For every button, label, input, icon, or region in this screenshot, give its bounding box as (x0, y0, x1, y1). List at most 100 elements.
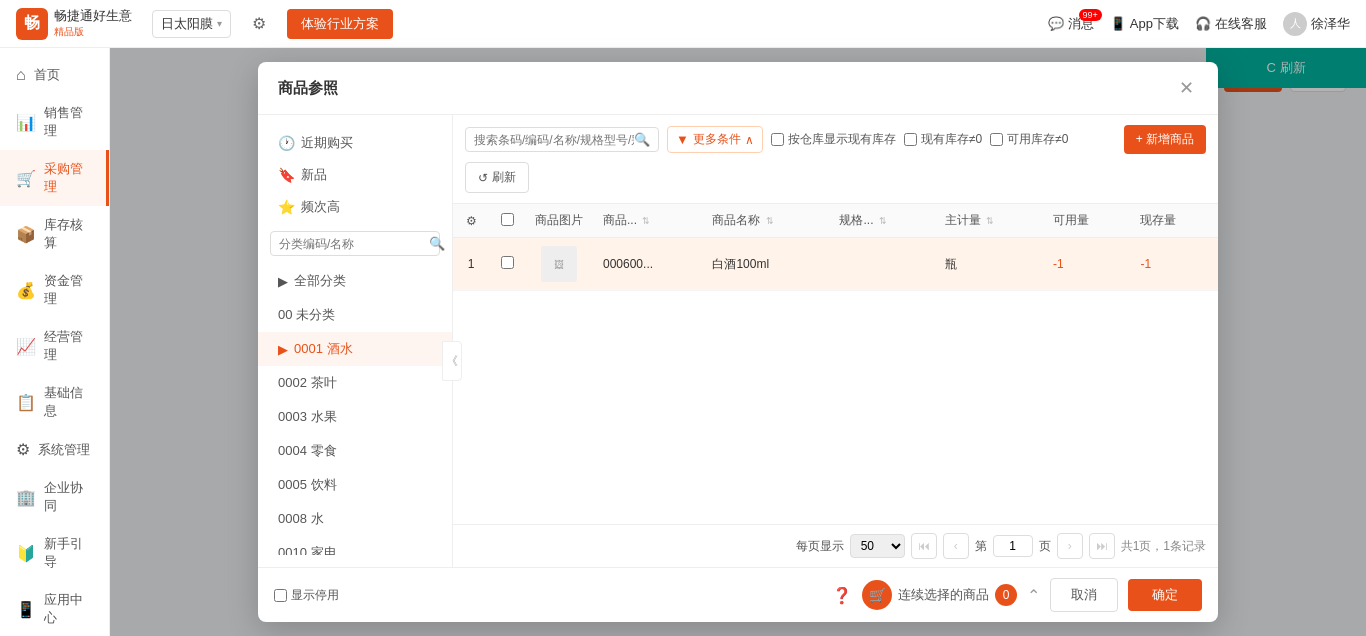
cart-icon[interactable]: 🛒 (862, 580, 892, 610)
checkbox-available-nonzero[interactable]: 可用库存≠0 (990, 131, 1068, 148)
sidebar-item-business[interactable]: 📈 经营管理 (0, 318, 109, 374)
help-icon[interactable]: ❓ (832, 586, 852, 605)
refresh-icon: ↺ (478, 171, 488, 185)
row-unit: 瓶 (935, 238, 1043, 291)
active-arrow-icon: ▶ (278, 342, 288, 357)
prev-page-button[interactable]: ‹ (943, 533, 969, 559)
category-00[interactable]: 00 未分类 (258, 298, 452, 332)
sidebar-label-guide: 新手引导 (44, 535, 93, 571)
checkbox-warehouse-input[interactable] (771, 133, 784, 146)
modal-header: 商品参照 ✕ (258, 62, 1218, 115)
top-nav: 畅 畅捷通好生意 精品版 日太阳膜 ▾ ⚙ 体验行业方案 💬 消息 99+ 📱 … (0, 0, 1366, 48)
row-checkbox[interactable] (501, 256, 514, 269)
avatar: 人 (1283, 12, 1307, 36)
trial-button[interactable]: 体验行业方案 (287, 9, 393, 39)
select-all-checkbox[interactable] (501, 213, 514, 226)
sidebar-label-system: 系统管理 (38, 441, 90, 459)
first-page-button[interactable]: ⏮ (911, 533, 937, 559)
right-toolbar: 🔍 ▼ 更多条件 ∧ 按仓库显示现有库存 (453, 115, 1218, 204)
sort-spec-icon: ⇅ (879, 216, 887, 226)
category-search-icon[interactable]: 🔍 (429, 236, 445, 251)
sidebar-item-system[interactable]: ⚙ 系统管理 (0, 430, 109, 469)
th-name: 商品名称 ⇅ (702, 204, 829, 238)
settings-icon[interactable]: ⚙ (243, 8, 275, 40)
messages-badge: 99+ (1079, 9, 1102, 21)
th-spec: 规格... ⇅ (829, 204, 934, 238)
category-0003[interactable]: 0003 水果 (258, 400, 452, 434)
checkbox-stock-input[interactable] (904, 133, 917, 146)
pagination-bar: 每页显示 10 20 50 100 ⏮ ‹ 第 页 (453, 524, 1218, 567)
checkbox-stock-nonzero[interactable]: 现有库存≠0 (904, 131, 982, 148)
filter-frequent-label: 频次高 (301, 198, 340, 216)
category-0008[interactable]: 0008 水 (258, 502, 452, 536)
sidebar-item-inventory[interactable]: 📦 库存核算 (0, 206, 109, 262)
cart-count: 0 (995, 584, 1017, 606)
business-icon: 📈 (16, 337, 36, 356)
sidebar-label-enterprise: 企业协同 (44, 479, 93, 515)
sidebar-item-enterprise[interactable]: 🏢 企业协同 (0, 469, 109, 525)
store-name: 日太阳膜 (161, 15, 213, 33)
page-size-select[interactable]: 10 20 50 100 (850, 534, 905, 558)
filter-new-products[interactable]: 🔖 新品 (270, 159, 440, 191)
cart-area: 🛒 连续选择的商品 0 (862, 580, 1017, 610)
refresh-button[interactable]: ↺ 刷新 (465, 162, 529, 193)
category-0005[interactable]: 0005 饮料 (258, 468, 452, 502)
gear-settings-icon[interactable]: ⚙ (466, 214, 477, 228)
add-product-button[interactable]: + 新增商品 (1124, 125, 1206, 154)
sidebar: ⌂ 首页 📊 销售管理 🛒 采购管理 📦 库存核算 💰 资金管理 📈 经营管理 … (0, 48, 110, 636)
sidebar-item-purchase[interactable]: 🛒 采购管理 (0, 150, 109, 206)
store-selector[interactable]: 日太阳膜 ▾ (152, 10, 231, 38)
sidebar-item-home[interactable]: ⌂ 首页 (0, 56, 109, 94)
collapse-icon[interactable]: ⌃ (1027, 586, 1040, 605)
logo-text: 畅捷通好生意 (54, 8, 132, 25)
sidebar-item-apps[interactable]: 📱 应用中心 (0, 581, 109, 636)
table-row[interactable]: 1 🖼 (453, 238, 1218, 291)
sidebar-label-finance: 资金管理 (44, 272, 93, 308)
product-image: 🖼 (541, 246, 577, 282)
show-disabled-checkbox[interactable]: 显示停用 (274, 587, 339, 604)
category-search: 🔍 (270, 231, 440, 256)
search-icon[interactable]: 🔍 (634, 132, 650, 147)
sidebar-item-finance[interactable]: 💰 资金管理 (0, 262, 109, 318)
user-menu[interactable]: 人 徐泽华 (1283, 12, 1350, 36)
th-stock: 现存量 (1130, 204, 1218, 238)
checkbox-available-input[interactable] (990, 133, 1003, 146)
star-icon: ⭐ (278, 199, 295, 215)
show-disabled-input[interactable] (274, 589, 287, 602)
customer-service-button[interactable]: 🎧 在线客服 (1195, 15, 1267, 33)
sidebar-item-sales[interactable]: 📊 销售管理 (0, 94, 109, 150)
category-0001[interactable]: ▶ 0001 酒水 (258, 332, 452, 366)
collapse-panel-button[interactable]: 《 (442, 341, 462, 381)
category-0004[interactable]: 0004 零食 (258, 434, 452, 468)
left-panel: 《 🕐 近期购买 🔖 新品 ⭐ (258, 115, 453, 567)
sidebar-label-sales: 销售管理 (44, 104, 93, 140)
sidebar-item-basic[interactable]: 📋 基础信息 (0, 374, 109, 430)
sidebar-label-basic: 基础信息 (44, 384, 93, 420)
cancel-button[interactable]: 取消 (1050, 578, 1118, 612)
th-check (489, 204, 525, 238)
next-page-button[interactable]: › (1057, 533, 1083, 559)
category-0010[interactable]: 0010 家电 (258, 536, 452, 555)
sidebar-item-guide[interactable]: 🔰 新手引导 (0, 525, 109, 581)
app-download-button[interactable]: 📱 App下载 (1110, 15, 1179, 33)
more-filters-button[interactable]: ▼ 更多条件 ∧ (667, 126, 763, 153)
username: 徐泽华 (1311, 15, 1350, 33)
checkbox-warehouse[interactable]: 按仓库显示现有库存 (771, 131, 896, 148)
filter-icon: ▼ (676, 132, 689, 147)
category-0002[interactable]: 0002 茶叶 (258, 366, 452, 400)
modal-close-button[interactable]: ✕ (1174, 76, 1198, 100)
filter-frequent[interactable]: ⭐ 频次高 (270, 191, 440, 223)
confirm-button[interactable]: 确定 (1128, 579, 1202, 611)
cart-label: 连续选择的商品 (898, 586, 989, 604)
page-number-input[interactable] (993, 535, 1033, 557)
filter-recent-purchase[interactable]: 🕐 近期购买 (270, 127, 440, 159)
category-all[interactable]: ▶ 全部分类 (258, 264, 452, 298)
basic-icon: 📋 (16, 393, 36, 412)
category-search-input[interactable] (279, 237, 429, 251)
logo-icon: 畅 (16, 8, 48, 40)
product-search-input[interactable] (474, 133, 634, 147)
last-page-button[interactable]: ⏭ (1089, 533, 1115, 559)
modal-footer: 显示停用 ❓ 🛒 连续选择的商品 0 ⌃ 取消 确定 (258, 567, 1218, 622)
messages-button[interactable]: 💬 消息 99+ (1048, 15, 1094, 33)
product-search-box: 🔍 (465, 127, 659, 152)
